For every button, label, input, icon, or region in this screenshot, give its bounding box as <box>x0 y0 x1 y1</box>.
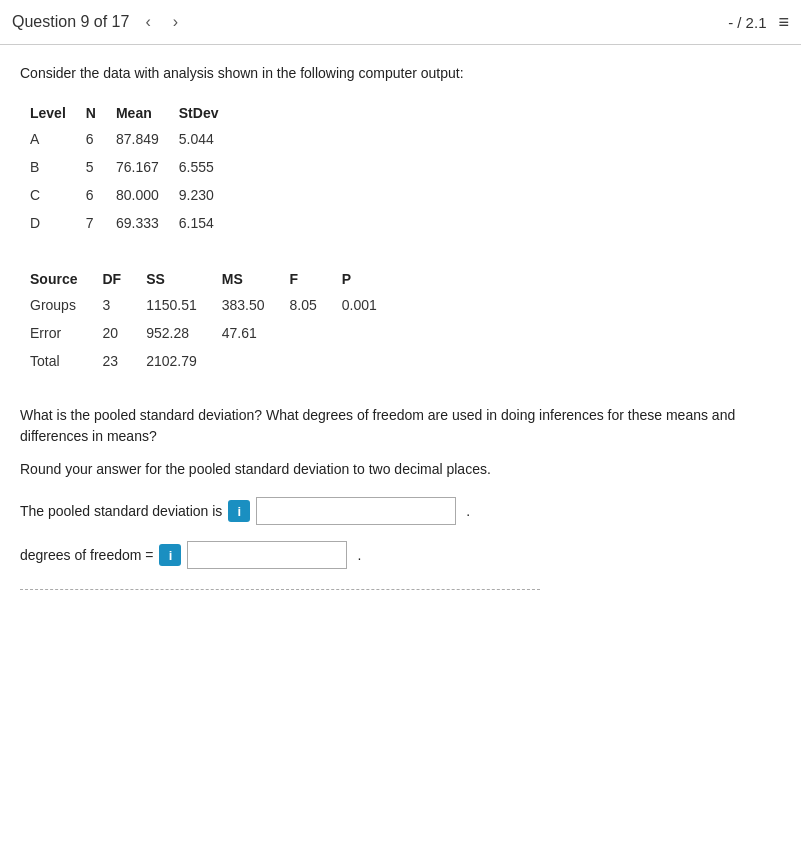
dof-period: . <box>357 547 361 563</box>
table-cell: B <box>30 153 86 181</box>
table-cell: 383.50 <box>222 291 290 319</box>
table-cell <box>290 319 342 347</box>
anova-col-ms: MS <box>222 267 290 291</box>
table-cell: 8.05 <box>290 291 342 319</box>
table-row: A687.8495.044 <box>30 125 238 153</box>
table-cell: 7 <box>86 209 116 237</box>
col-mean: Mean <box>116 101 179 125</box>
prev-button[interactable]: ‹ <box>139 11 156 33</box>
table-cell: 0.001 <box>342 291 402 319</box>
pooled-sd-input[interactable] <box>256 497 456 525</box>
dof-label: degrees of freedom = <box>20 547 153 563</box>
table-row: B576.1676.555 <box>30 153 238 181</box>
table-cell: 952.28 <box>146 319 222 347</box>
table-cell: 9.230 <box>179 181 239 209</box>
table-cell: 1150.51 <box>146 291 222 319</box>
score-label: - / 2.1 <box>728 14 766 31</box>
pooled-label: The pooled standard deviation is <box>20 503 222 519</box>
table-cell: 5 <box>86 153 116 181</box>
question-text: What is the pooled standard deviation? W… <box>20 405 781 447</box>
col-stdev: StDev <box>179 101 239 125</box>
table-cell: 69.333 <box>116 209 179 237</box>
anova-table: Source DF SS MS F P Groups31150.51383.50… <box>30 267 402 375</box>
anova-col-df: DF <box>102 267 146 291</box>
table-cell: 6.154 <box>179 209 239 237</box>
table-cell: 76.167 <box>116 153 179 181</box>
col-n: N <box>86 101 116 125</box>
dof-row: degrees of freedom = i . <box>20 541 781 569</box>
pooled-period: . <box>466 503 470 519</box>
table-cell: Groups <box>30 291 102 319</box>
table-cell <box>342 319 402 347</box>
table-cell: Error <box>30 319 102 347</box>
table-cell: 6 <box>86 181 116 209</box>
anova-header-row: Source DF SS MS F P <box>30 267 402 291</box>
anova-col-source: Source <box>30 267 102 291</box>
bottom-divider <box>20 589 540 590</box>
table-cell <box>222 347 290 375</box>
round-note: Round your answer for the pooled standar… <box>20 461 781 477</box>
table-cell: D <box>30 209 86 237</box>
table-cell <box>342 347 402 375</box>
header-left: Question 9 of 17 ‹ › <box>12 11 184 33</box>
main-content: Consider the data with analysis shown in… <box>0 45 801 843</box>
question-label: Question 9 of 17 <box>12 13 129 31</box>
data-table-header-row: Level N Mean StDev <box>30 101 238 125</box>
table-cell: 47.61 <box>222 319 290 347</box>
table-cell: 5.044 <box>179 125 239 153</box>
intro-text: Consider the data with analysis shown in… <box>20 65 781 81</box>
dof-info-button[interactable]: i <box>159 544 181 566</box>
table-row: C680.0009.230 <box>30 181 238 209</box>
dof-input[interactable] <box>187 541 347 569</box>
table-cell: A <box>30 125 86 153</box>
table-cell: C <box>30 181 86 209</box>
table-row: Error20952.2847.61 <box>30 319 402 347</box>
anova-col-ss: SS <box>146 267 222 291</box>
table-cell: Total <box>30 347 102 375</box>
table-cell: 6.555 <box>179 153 239 181</box>
table-cell: 87.849 <box>116 125 179 153</box>
page-header: Question 9 of 17 ‹ › - / 2.1 ≡ <box>0 0 801 45</box>
table-cell: 23 <box>102 347 146 375</box>
table-cell: 80.000 <box>116 181 179 209</box>
header-right: - / 2.1 ≡ <box>728 12 789 33</box>
pooled-info-button[interactable]: i <box>228 500 250 522</box>
table-cell: 6 <box>86 125 116 153</box>
pooled-sd-row: The pooled standard deviation is i . <box>20 497 781 525</box>
next-button[interactable]: › <box>167 11 184 33</box>
table-cell: 2102.79 <box>146 347 222 375</box>
table-cell: 20 <box>102 319 146 347</box>
data-table: Level N Mean StDev A687.8495.044B576.167… <box>30 101 238 237</box>
anova-col-p: P <box>342 267 402 291</box>
table-cell: 3 <box>102 291 146 319</box>
table-cell <box>290 347 342 375</box>
anova-col-f: F <box>290 267 342 291</box>
table-row: Total232102.79 <box>30 347 402 375</box>
col-level: Level <box>30 101 86 125</box>
table-row: Groups31150.51383.508.050.001 <box>30 291 402 319</box>
menu-icon[interactable]: ≡ <box>778 12 789 33</box>
table-row: D769.3336.154 <box>30 209 238 237</box>
